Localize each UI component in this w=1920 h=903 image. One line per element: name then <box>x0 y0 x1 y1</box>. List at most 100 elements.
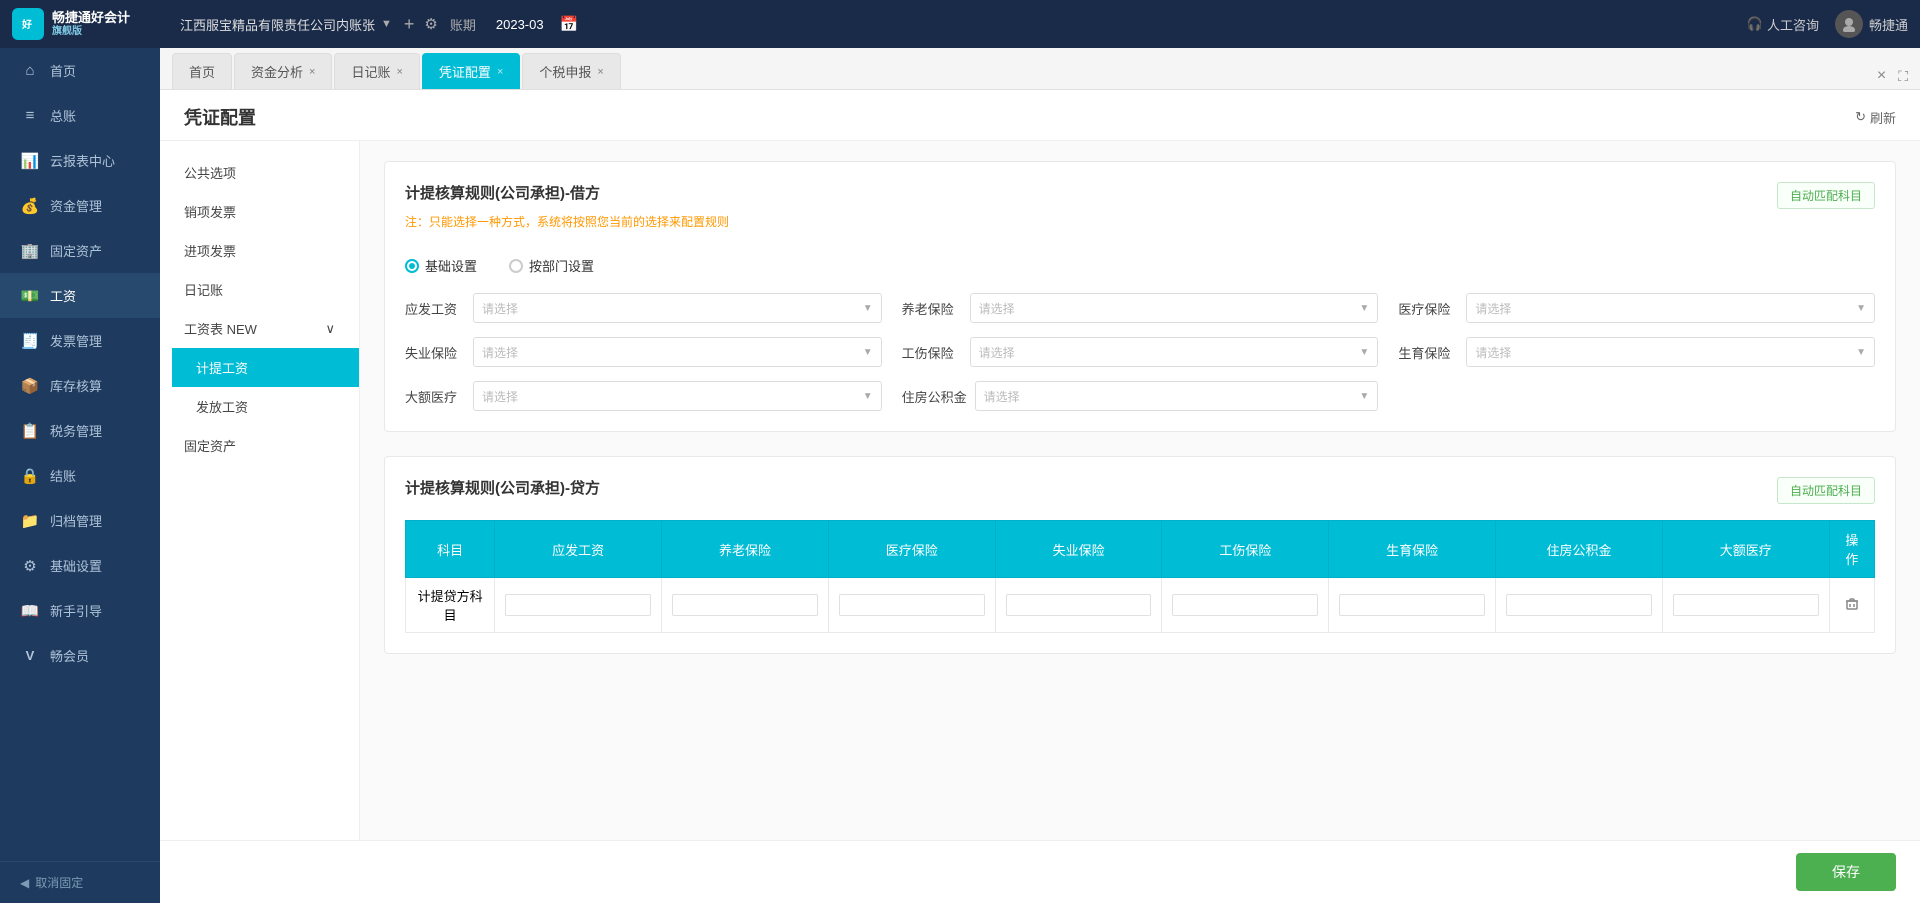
top-bar: 好 畅捷通好会计 旗舰版 江西服宝精品有限责任公司内账张 ▼ + ⚙ 账期 20… <box>0 0 1920 48</box>
tab-tax-close[interactable]: × <box>597 66 603 78</box>
tab-fund-close[interactable]: × <box>309 66 315 78</box>
panel-layout: 公共选项 销项发票 进项发票 日记账 工资表 NEW ∨ 计提工资 发放工资 固… <box>160 141 1920 840</box>
radio-basic[interactable]: 基础设置 <box>405 256 477 275</box>
sidebar-item-fund[interactable]: 💰 资金管理 <box>0 183 160 228</box>
sidebar-item-invoice[interactable]: 🧾 发票管理 <box>0 318 160 363</box>
input-pension-credit[interactable] <box>672 594 818 616</box>
tab-expand-btn[interactable]: ⛶ <box>1898 68 1908 85</box>
tab-journal[interactable]: 日记账 × <box>334 53 419 89</box>
sidebar-item-guide[interactable]: 📖 新手引导 <box>0 588 160 633</box>
tab-voucher[interactable]: 凭证配置 × <box>422 53 520 89</box>
left-nav-calc-salary[interactable]: 计提工资 <box>172 348 359 387</box>
td-unemployment-val[interactable] <box>995 578 1162 633</box>
input-medical-credit[interactable] <box>839 594 985 616</box>
input-apply-salary-credit[interactable] <box>505 594 651 616</box>
sidebar-label-member: 畅会员 <box>50 646 89 665</box>
select-pension[interactable]: 请选择 ▼ <box>970 293 1379 323</box>
main-layout: ⌂ 首页 ≡ 总账 📊 云报表中心 💰 资金管理 🏢 固定资产 💵 工资 🧾 发… <box>0 48 1920 903</box>
tab-journal-close[interactable]: × <box>396 66 402 78</box>
td-action[interactable] <box>1829 578 1874 633</box>
tab-tax[interactable]: 个税申报 × <box>522 53 620 89</box>
input-large-medical-credit[interactable] <box>1673 594 1819 616</box>
credit-auto-match-btn[interactable]: 自动匹配科目 <box>1777 477 1875 504</box>
period-value: 2023-03 <box>496 17 544 32</box>
td-apply-salary-val[interactable] <box>495 578 662 633</box>
tab-journal-label: 日记账 <box>351 62 390 81</box>
debit-section-note: 注：只能选择一种方式，系统将按照您当前的选择来配置规则 <box>405 213 729 230</box>
company-selector[interactable]: 江西服宝精品有限责任公司内账张 ▼ + ⚙ <box>180 14 438 35</box>
select-housing-fund[interactable]: 请选择 ▼ <box>975 381 1379 411</box>
sidebar-item-ledger[interactable]: ≡ 总账 <box>0 93 160 138</box>
debit-auto-match-btn[interactable]: 自动匹配科目 <box>1777 182 1875 209</box>
archive-icon: 📁 <box>20 512 40 530</box>
sidebar-label-close: 结账 <box>50 466 76 485</box>
sidebar-item-reports[interactable]: 📊 云报表中心 <box>0 138 160 183</box>
input-housing-fund-credit[interactable] <box>1506 594 1652 616</box>
tax-icon: 📋 <box>20 422 40 440</box>
page-title: 凭证配置 <box>184 104 256 130</box>
left-nav-purchase-invoice[interactable]: 进项发票 <box>160 231 359 270</box>
input-unemployment-credit[interactable] <box>1006 594 1152 616</box>
select-medical[interactable]: 请选择 ▼ <box>1466 293 1875 323</box>
user-info[interactable]: 畅捷通 <box>1835 10 1908 38</box>
user-avatar <box>1835 10 1863 38</box>
headset-icon: 🎧 <box>1747 16 1763 32</box>
form-item-work-injury: 工伤保险 请选择 ▼ <box>902 337 1379 367</box>
add-company-btn[interactable]: + <box>404 14 415 35</box>
input-maternity-credit[interactable] <box>1339 594 1485 616</box>
save-button[interactable]: 保存 <box>1796 853 1896 891</box>
select-large-medical[interactable]: 请选择 ▼ <box>473 381 882 411</box>
sidebar-label-reports: 云报表中心 <box>50 151 115 170</box>
cancel-fix-btn[interactable]: ◀ 取消固定 <box>0 861 160 903</box>
th-large-medical: 大额医疗 <box>1662 521 1829 578</box>
td-work-injury-val[interactable] <box>1162 578 1329 633</box>
sidebar-item-stock[interactable]: 📦 库存核算 <box>0 363 160 408</box>
select-apply-salary-placeholder: 请选择 <box>482 300 518 317</box>
left-nav-journal[interactable]: 日记账 <box>160 270 359 309</box>
sidebar-item-assets[interactable]: 🏢 固定资产 <box>0 228 160 273</box>
td-pension-val[interactable] <box>662 578 829 633</box>
tab-home-label: 首页 <box>189 62 215 81</box>
select-maternity-placeholder: 请选择 <box>1475 344 1511 361</box>
sidebar-item-settings[interactable]: ⚙ 基础设置 <box>0 543 160 588</box>
debit-section-header-left: 计提核算规则(公司承担)-借方 注：只能选择一种方式，系统将按照您当前的选择来配… <box>405 182 729 244</box>
app-logo: 好 畅捷通好会计 旗舰版 <box>12 8 172 40</box>
select-apply-salary[interactable]: 请选择 ▼ <box>473 293 882 323</box>
tab-home[interactable]: 首页 <box>172 53 232 89</box>
sidebar-item-archive[interactable]: 📁 归档管理 <box>0 498 160 543</box>
sidebar-item-tax[interactable]: 📋 税务管理 <box>0 408 160 453</box>
td-housing-fund-val[interactable] <box>1496 578 1663 633</box>
settings-icon[interactable]: ⚙ <box>424 15 437 33</box>
left-nav-sales-invoice[interactable]: 销项发票 <box>160 192 359 231</box>
support-button[interactable]: 🎧 人工咨询 <box>1747 15 1819 34</box>
assets-icon: 🏢 <box>20 242 40 260</box>
sidebar-item-member[interactable]: V 畅会员 <box>0 633 160 678</box>
debit-radio-group: 基础设置 按部门设置 <box>405 256 1875 275</box>
left-nav-public[interactable]: 公共选项 <box>160 153 359 192</box>
refresh-button[interactable]: ↻ 刷新 <box>1855 108 1896 127</box>
tab-close-all-btn[interactable]: × <box>1877 67 1886 85</box>
left-nav-salary-table[interactable]: 工资表 NEW ∨ <box>160 309 359 348</box>
company-dropdown-arrow[interactable]: ▼ <box>381 18 392 30</box>
left-nav-pay-salary[interactable]: 发放工资 <box>172 387 359 426</box>
td-medical-val[interactable] <box>828 578 995 633</box>
left-nav-fixed-assets[interactable]: 固定资产 <box>160 426 359 465</box>
select-work-injury[interactable]: 请选择 ▼ <box>970 337 1379 367</box>
radio-dept[interactable]: 按部门设置 <box>509 256 594 275</box>
debit-section-header: 计提核算规则(公司承担)-借方 注：只能选择一种方式，系统将按照您当前的选择来配… <box>405 182 1875 244</box>
sidebar-item-home[interactable]: ⌂ 首页 <box>0 48 160 93</box>
input-work-injury-credit[interactable] <box>1172 594 1318 616</box>
td-maternity-val[interactable] <box>1329 578 1496 633</box>
td-large-medical-val[interactable] <box>1662 578 1829 633</box>
radio-basic-circle <box>405 259 419 273</box>
calendar-icon[interactable]: 📅 <box>560 15 579 33</box>
tab-fund[interactable]: 资金分析 × <box>234 53 332 89</box>
select-unemployment[interactable]: 请选择 ▼ <box>473 337 882 367</box>
tab-voucher-label: 凭证配置 <box>439 62 491 81</box>
sidebar-item-salary[interactable]: 💵 工资 <box>0 273 160 318</box>
sidebar-item-close[interactable]: 🔒 结账 <box>0 453 160 498</box>
select-maternity[interactable]: 请选择 ▼ <box>1466 337 1875 367</box>
tab-voucher-close[interactable]: × <box>497 66 503 78</box>
member-icon: V <box>20 648 40 663</box>
delete-row-icon[interactable] <box>1845 598 1859 614</box>
